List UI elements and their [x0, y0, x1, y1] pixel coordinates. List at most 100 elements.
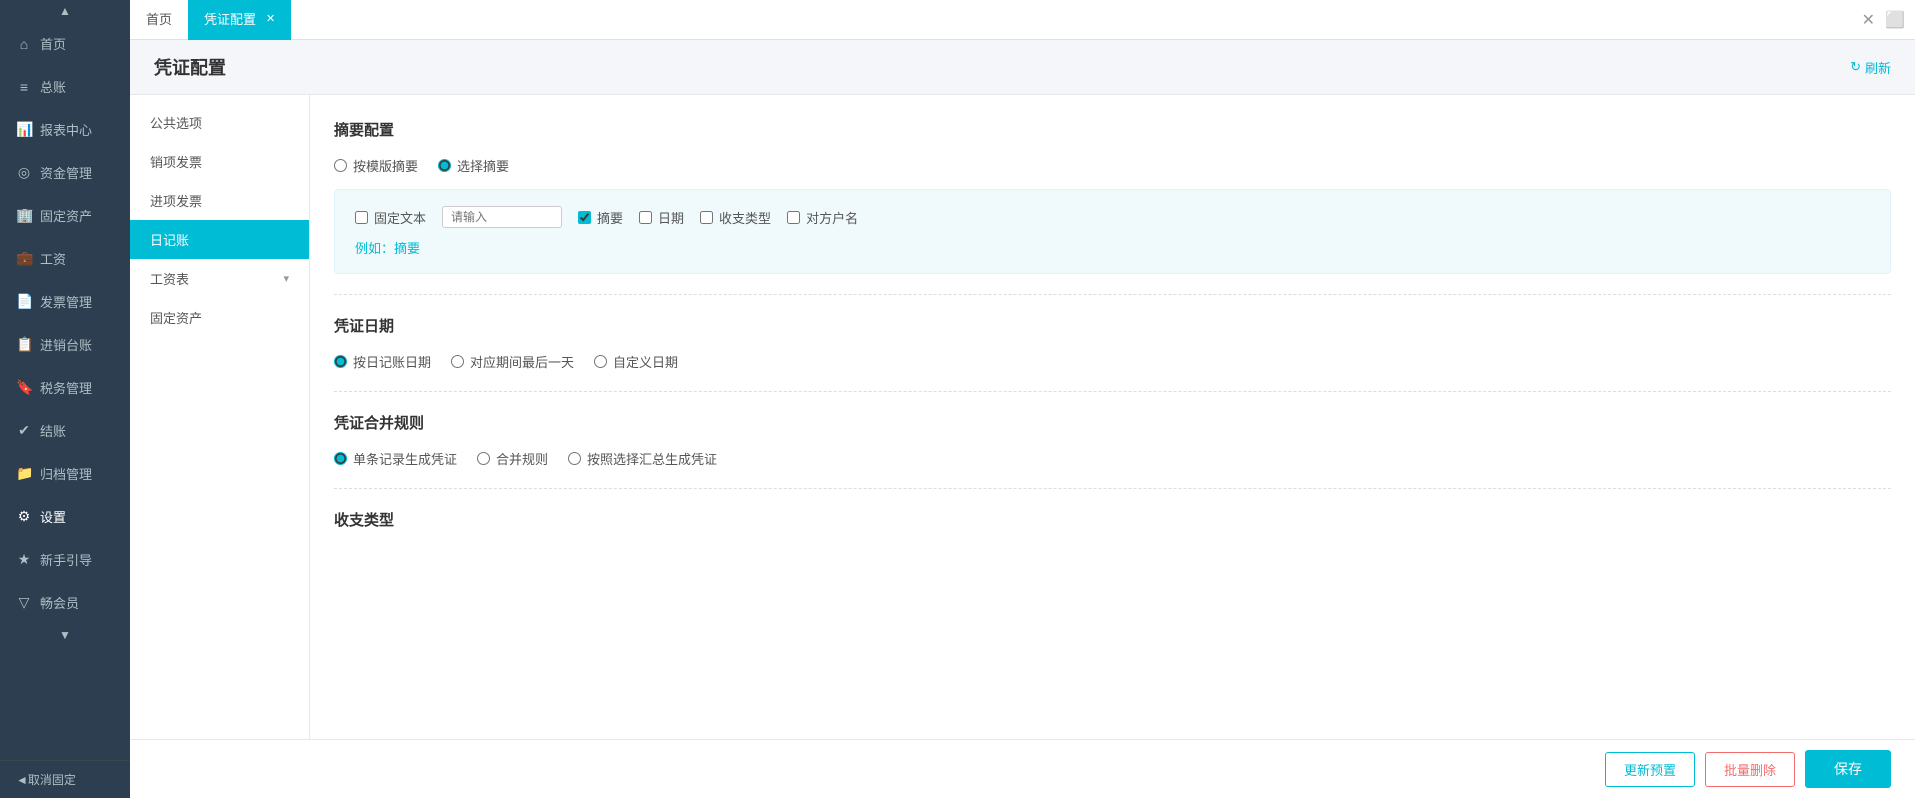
left-nav-item-journal[interactable]: 日记账	[130, 220, 309, 259]
sidebar-item-settle[interactable]: ✔ 结账	[0, 409, 130, 452]
date-checkbox[interactable]	[639, 211, 652, 224]
voucher-date-radio-group: 按日记账日期 对应期间最后一天 自定义日期	[334, 352, 1891, 371]
sidebar-item-report[interactable]: 📊 报表中心	[0, 108, 130, 151]
fixed-text-checkbox-label[interactable]: 固定文本	[355, 208, 426, 227]
summary-checkbox-row: 固定文本 摘要 日期 收支类型	[355, 206, 1870, 228]
example-text: 例如：摘要	[355, 238, 1870, 257]
sidebar-item-salary[interactable]: 💼 工资	[0, 237, 130, 280]
summary-checkbox-label[interactable]: 摘要	[578, 208, 623, 227]
sidebar-item-settings[interactable]: ⚙ 设置	[0, 495, 130, 538]
tab-voucher-config[interactable]: 凭证配置 ✕	[188, 0, 291, 40]
left-nav-item-sales-invoice[interactable]: 销项发票	[130, 142, 309, 181]
content-area: 公共选项 销项发票 进项发票 日记账 工资表 ▾ 固定资产 摘要配置	[130, 95, 1915, 739]
summary-checkbox[interactable]	[578, 211, 591, 224]
ledger-icon: ≡	[16, 79, 32, 95]
sidebar-scroll-up[interactable]: ▲	[0, 0, 130, 22]
income-type-checkbox[interactable]	[700, 211, 713, 224]
template-summary-radio-label[interactable]: 按模版摘要	[334, 156, 418, 175]
invoice-mgmt-icon: 📄	[16, 293, 32, 310]
voucher-merge-rule-section: 凭证合并规则 单条记录生成凭证 合并规则 按照选择汇总生成凭证	[334, 412, 1891, 468]
refresh-icon: ↻	[1850, 59, 1861, 75]
tab-home[interactable]: 首页	[130, 0, 188, 40]
by-journal-date-radio[interactable]	[334, 355, 347, 368]
archive-icon: 📁	[16, 465, 32, 482]
by-selection-total-radio[interactable]	[568, 452, 581, 465]
fixed-text-input[interactable]	[442, 206, 562, 228]
voucher-merge-rule-radio-group: 单条记录生成凭证 合并规则 按照选择汇总生成凭证	[334, 449, 1891, 468]
home-icon: ⌂	[16, 36, 32, 52]
by-period-last-day-radio[interactable]	[451, 355, 464, 368]
voucher-merge-rule-title: 凭证合并规则	[334, 412, 1891, 433]
sidebar-item-home[interactable]: ⌂ 首页	[0, 22, 130, 65]
sidebar-item-fixed-assets[interactable]: 🏢 固定资产	[0, 194, 130, 237]
sidebar-item-ledger[interactable]: ≡ 总账	[0, 65, 130, 108]
finance-icon: ◎	[16, 164, 32, 181]
left-nav: 公共选项 销项发票 进项发票 日记账 工资表 ▾ 固定资产	[130, 95, 310, 739]
left-nav-item-purchase-invoice[interactable]: 进项发票	[130, 181, 309, 220]
main-area: 首页 凭证配置 ✕ ✕ ⬜ 凭证配置 ↻ 刷新 公共选项 销项发票 进	[130, 0, 1915, 798]
tab-close-icon[interactable]: ✕	[266, 12, 275, 25]
income-type-checkbox-label[interactable]: 收支类型	[700, 208, 771, 227]
income-type-section: 收支类型	[334, 509, 1891, 530]
single-record-radio-label[interactable]: 单条记录生成凭证	[334, 449, 457, 468]
update-preview-button[interactable]: 更新预置	[1605, 752, 1695, 787]
sidebar-item-archive[interactable]: 📁 归档管理	[0, 452, 130, 495]
sidebar-item-member[interactable]: ▽ 畅会员	[0, 581, 130, 624]
window-close-button[interactable]: ✕	[1862, 10, 1875, 30]
purchase-sale-icon: 📋	[16, 336, 32, 353]
salary-icon: 💼	[16, 250, 32, 267]
voucher-date-section: 凭证日期 按日记账日期 对应期间最后一天 自定义日期	[334, 315, 1891, 371]
divider-2	[334, 391, 1891, 392]
sidebar-scroll-down[interactable]: ▼	[0, 624, 130, 646]
window-maximize-button[interactable]: ⬜	[1885, 10, 1905, 30]
by-journal-date-radio-label[interactable]: 按日记账日期	[334, 352, 431, 371]
select-summary-radio[interactable]	[438, 159, 451, 172]
merge-rule-radio-label[interactable]: 合并规则	[477, 449, 548, 468]
left-nav-item-salary-sheet[interactable]: 工资表 ▾	[130, 259, 309, 298]
settle-icon: ✔	[16, 422, 32, 439]
save-button[interactable]: 保存	[1805, 750, 1891, 788]
member-icon: ▽	[16, 594, 32, 611]
report-icon: 📊	[16, 121, 32, 138]
sidebar-item-tax[interactable]: 🔖 税务管理	[0, 366, 130, 409]
summary-config-box: 固定文本 摘要 日期 收支类型	[334, 189, 1891, 274]
summary-config-section: 摘要配置 按模版摘要 选择摘要 固定文本	[334, 119, 1891, 274]
window-controls: ✕ ⬜	[1862, 10, 1915, 30]
sidebar-item-invoice-mgmt[interactable]: 📄 发票管理	[0, 280, 130, 323]
bottom-bar: 更新预置 批量删除 保存	[130, 739, 1915, 798]
batch-delete-button[interactable]: 批量删除	[1705, 752, 1795, 787]
single-record-radio[interactable]	[334, 452, 347, 465]
sidebar-item-guide[interactable]: ★ 新手引导	[0, 538, 130, 581]
left-nav-item-fixed-assets[interactable]: 固定资产	[130, 298, 309, 337]
template-summary-radio[interactable]	[334, 159, 347, 172]
voucher-date-title: 凭证日期	[334, 315, 1891, 336]
page-title: 凭证配置	[154, 54, 226, 80]
divider-1	[334, 294, 1891, 295]
by-selection-total-radio-label[interactable]: 按照选择汇总生成凭证	[568, 449, 717, 468]
custom-date-radio[interactable]	[594, 355, 607, 368]
tax-icon: 🔖	[16, 379, 32, 396]
summary-radio-group: 按模版摘要 选择摘要	[334, 156, 1891, 175]
select-summary-radio-label[interactable]: 选择摘要	[438, 156, 509, 175]
income-type-title: 收支类型	[334, 509, 1891, 530]
counterpart-name-checkbox[interactable]	[787, 211, 800, 224]
sidebar-item-purchase-sale[interactable]: 📋 进销台账	[0, 323, 130, 366]
page-header: 凭证配置 ↻ 刷新	[130, 40, 1915, 95]
right-content: 摘要配置 按模版摘要 选择摘要 固定文本	[310, 95, 1915, 739]
tab-bar: 首页 凭证配置 ✕ ✕ ⬜	[130, 0, 1915, 40]
merge-rule-radio[interactable]	[477, 452, 490, 465]
by-period-last-day-radio-label[interactable]: 对应期间最后一天	[451, 352, 574, 371]
counterpart-name-checkbox-label[interactable]: 对方户名	[787, 208, 858, 227]
custom-date-radio-label[interactable]: 自定义日期	[594, 352, 678, 371]
left-nav-item-public-options[interactable]: 公共选项	[130, 103, 309, 142]
guide-icon: ★	[16, 551, 32, 568]
sidebar-unpin-button[interactable]: ◄取消固定	[0, 760, 130, 798]
divider-3	[334, 488, 1891, 489]
chevron-down-icon: ▾	[283, 272, 289, 285]
summary-config-title: 摘要配置	[334, 119, 1891, 140]
refresh-button[interactable]: ↻ 刷新	[1850, 58, 1891, 77]
date-checkbox-label[interactable]: 日期	[639, 208, 684, 227]
fixed-assets-icon: 🏢	[16, 207, 32, 224]
fixed-text-checkbox[interactable]	[355, 211, 368, 224]
sidebar-item-finance[interactable]: ◎ 资金管理	[0, 151, 130, 194]
